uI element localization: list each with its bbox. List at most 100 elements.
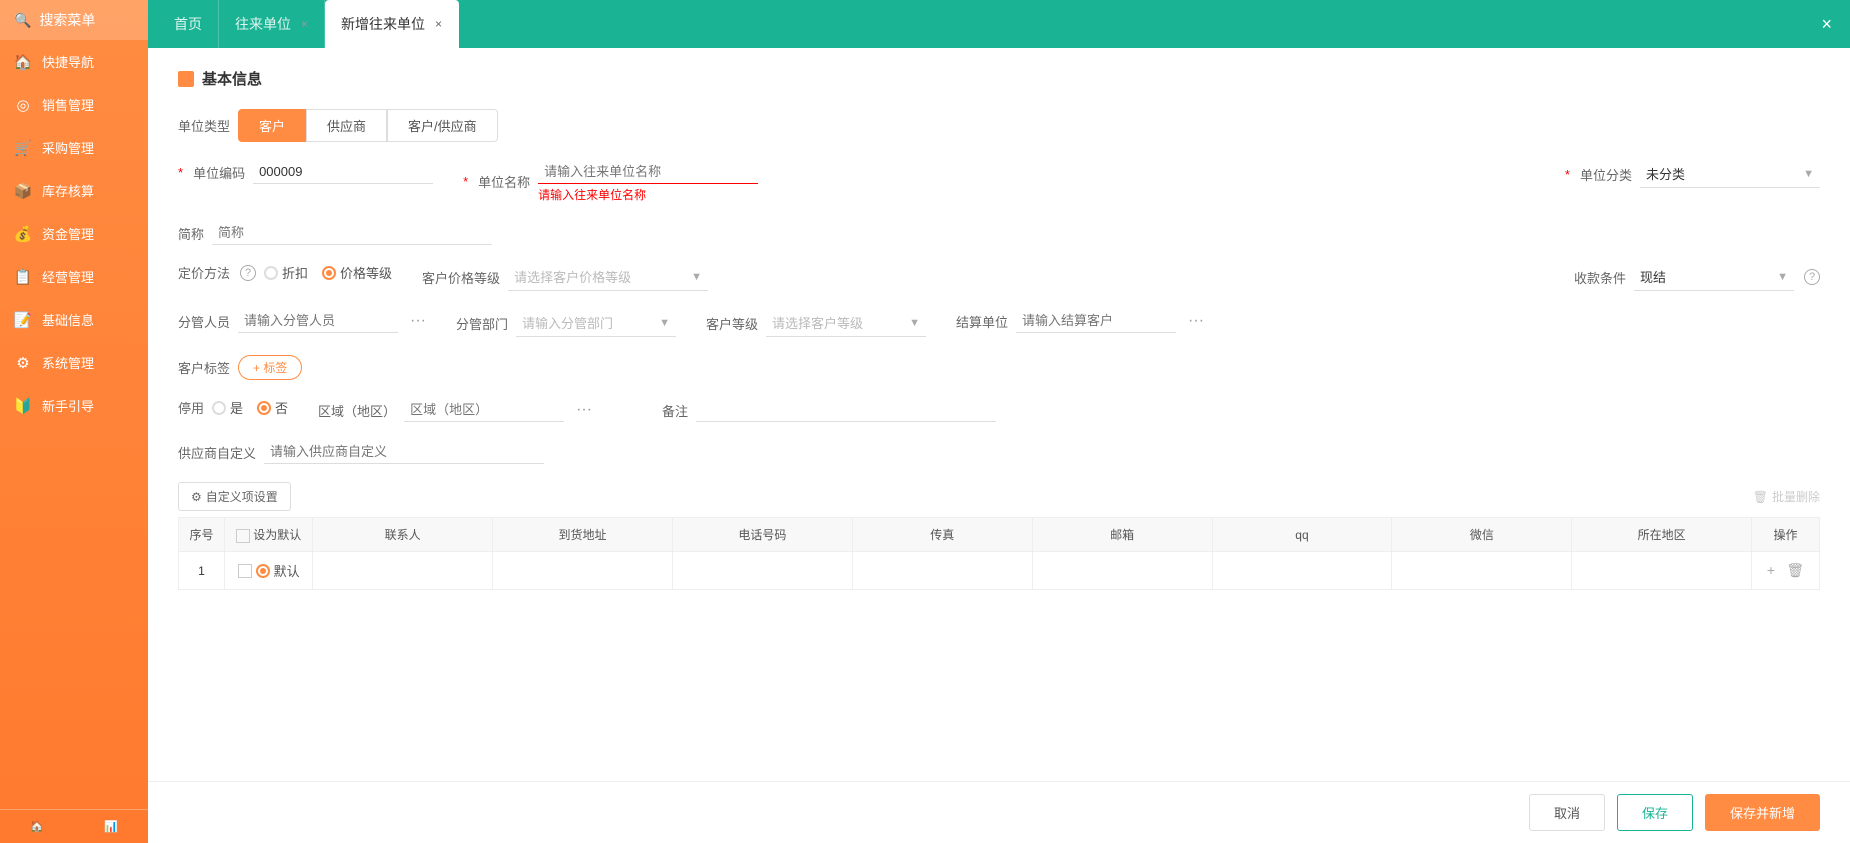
section-title-text: 基本信息	[202, 68, 262, 89]
region-more-btn[interactable]: ···	[576, 401, 592, 419]
cancel-button[interactable]: 取消	[1529, 794, 1605, 831]
operations-icon: 📋	[14, 268, 32, 286]
col-region: 所在地区	[1572, 518, 1752, 552]
save-button[interactable]: 保存	[1617, 794, 1693, 831]
customer-price-level-label: 客户价格等级	[422, 268, 500, 287]
unit-category-label: 单位分类	[1580, 165, 1632, 184]
unit-category-arrow: ▼	[1803, 168, 1814, 180]
custom-settings-btn[interactable]: ⚙ 自定义项设置	[178, 482, 291, 511]
sidebar-item-label: 系统管理	[42, 353, 94, 372]
customer-price-level-arrow: ▼	[691, 271, 702, 283]
manager-input[interactable]	[238, 309, 398, 333]
cell-fax[interactable]	[852, 552, 1032, 590]
header-checkbox[interactable]	[236, 529, 250, 543]
pricing-radio-discount[interactable]: 折扣	[264, 263, 308, 282]
customer-level-placeholder: 请选择客户等级	[772, 313, 905, 332]
form-row-code-name: * 单位编码 * 单位名称 请输入往来单位名称 * 单位分类 未分类 ▼	[178, 160, 1820, 203]
type-btn-customer[interactable]: 客户	[238, 109, 306, 142]
sidebar-item-label: 资金管理	[42, 224, 94, 243]
col-qq: qq	[1212, 518, 1392, 552]
payment-help-icon[interactable]: ?	[1804, 269, 1820, 285]
row-checkbox[interactable]	[238, 564, 252, 578]
unit-category-select[interactable]: 未分类 ▼	[1640, 160, 1820, 188]
field-supplier-custom: 供应商自定义	[178, 440, 544, 464]
sidebar-item-inventory[interactable]: 📦 库存核算	[0, 169, 148, 212]
sidebar-item-quick-nav[interactable]: 🏠 快捷导航	[0, 40, 148, 83]
cell-contact[interactable]	[313, 552, 493, 590]
unit-code-input[interactable]	[253, 160, 433, 184]
sidebar-item-label: 快捷导航	[42, 52, 94, 71]
supplier-custom-input[interactable]	[264, 440, 544, 464]
cell-region[interactable]	[1572, 552, 1752, 590]
dept-select[interactable]: 请输入分管部门 ▼	[516, 309, 676, 337]
pricing-label: 定价方法	[178, 263, 230, 282]
customer-level-select[interactable]: 请选择客户等级 ▼	[766, 309, 926, 337]
cell-qq[interactable]	[1212, 552, 1392, 590]
settlement-input[interactable]	[1016, 309, 1176, 333]
tab-partner-label: 往来单位	[235, 14, 291, 34]
unit-type-label: 单位类型	[178, 116, 230, 135]
tab-new-partner-close[interactable]: ×	[435, 17, 442, 31]
disabled-radio-no[interactable]: 否	[257, 398, 288, 417]
field-unit-type: 单位类型 客户 供应商 客户/供应商	[178, 109, 498, 142]
tab-partner-close[interactable]: ×	[301, 17, 308, 31]
tab-partner[interactable]: 往来单位 ×	[219, 0, 325, 48]
disabled-radio-yes[interactable]: 是	[212, 398, 243, 417]
disabled-radio-no-circle	[257, 401, 271, 415]
trash-icon: 🗑	[1753, 490, 1768, 504]
col-action: 操作	[1752, 518, 1820, 552]
sidebar-home-btn[interactable]: 🏠	[30, 820, 44, 833]
tab-new-partner[interactable]: 新增往来单位 ×	[325, 0, 459, 48]
sidebar-item-purchase[interactable]: 🛒 采购管理	[0, 126, 148, 169]
cell-action: + 🗑	[1752, 552, 1820, 590]
sidebar-item-sales[interactable]: ◎ 销售管理	[0, 83, 148, 126]
sidebar-item-operations[interactable]: 📋 经营管理	[0, 255, 148, 298]
unit-code-label: 单位编码	[193, 163, 245, 182]
col-address: 到货地址	[493, 518, 673, 552]
purchase-icon: 🛒	[14, 139, 32, 157]
cell-wechat[interactable]	[1392, 552, 1572, 590]
row-default-label: 默认	[274, 561, 300, 580]
row-add-btn[interactable]: +	[1763, 560, 1779, 580]
close-all-tabs[interactable]: ×	[1813, 14, 1840, 35]
customer-price-level-placeholder: 请选择客户价格等级	[514, 267, 687, 286]
pricing-radio-price-level-label: 价格等级	[340, 263, 392, 282]
section-title-basic: 基本信息	[178, 68, 1820, 89]
manager-more-btn[interactable]: ···	[410, 312, 426, 330]
pricing-radio-discount-circle	[264, 266, 278, 280]
row-delete-btn[interactable]: 🗑	[1782, 560, 1808, 581]
table-header-row: 序号 设为默认 联系人 到货地址 电话号码 传真 邮箱 qq 微信 所在地区 操…	[179, 518, 1820, 552]
form-row-unit-type: 单位类型 客户 供应商 客户/供应商	[178, 109, 1820, 142]
settlement-more-btn[interactable]: ···	[1188, 312, 1204, 330]
type-btn-supplier[interactable]: 供应商	[306, 109, 387, 142]
row-default-radio[interactable]: 默认	[256, 561, 300, 580]
col-default: 设为默认	[225, 518, 313, 552]
tag-add-btn[interactable]: + 标签	[238, 355, 302, 380]
save-new-button[interactable]: 保存并新增	[1705, 794, 1820, 831]
cell-address[interactable]	[493, 552, 673, 590]
sidebar-item-system[interactable]: ⚙ 系统管理	[0, 341, 148, 384]
tab-home[interactable]: 首页	[158, 0, 219, 48]
sidebar-item-basic-info[interactable]: 📝 基础信息	[0, 298, 148, 341]
sidebar-item-guide[interactable]: 🔰 新手引导	[0, 384, 148, 427]
sidebar-item-finance[interactable]: 💰 资金管理	[0, 212, 148, 255]
field-remark: 备注	[662, 398, 996, 422]
type-btn-both[interactable]: 客户/供应商	[387, 109, 498, 142]
field-disabled: 停用 是 否	[178, 398, 288, 417]
cell-email[interactable]	[1032, 552, 1212, 590]
region-input[interactable]	[404, 398, 564, 422]
pricing-help-icon[interactable]: ?	[240, 265, 256, 281]
batch-delete-btn[interactable]: 🗑 批量删除	[1753, 488, 1820, 505]
payment-terms-select[interactable]: 现结 ▼	[1634, 263, 1794, 291]
search-menu-item[interactable]: 🔍 搜索菜单	[0, 0, 148, 40]
gear-icon: ⚙	[191, 490, 202, 504]
sidebar-stats-btn[interactable]: 📊	[104, 820, 118, 833]
region-label: 区域（地区）	[318, 401, 396, 420]
guide-icon: 🔰	[14, 397, 32, 415]
pricing-radio-price-level[interactable]: 价格等级	[322, 263, 392, 282]
unit-name-input[interactable]	[538, 160, 758, 184]
customer-price-level-select[interactable]: 请选择客户价格等级 ▼	[508, 263, 708, 291]
cell-phone[interactable]	[672, 552, 852, 590]
short-name-input[interactable]	[212, 221, 492, 245]
remark-input[interactable]	[696, 398, 996, 422]
